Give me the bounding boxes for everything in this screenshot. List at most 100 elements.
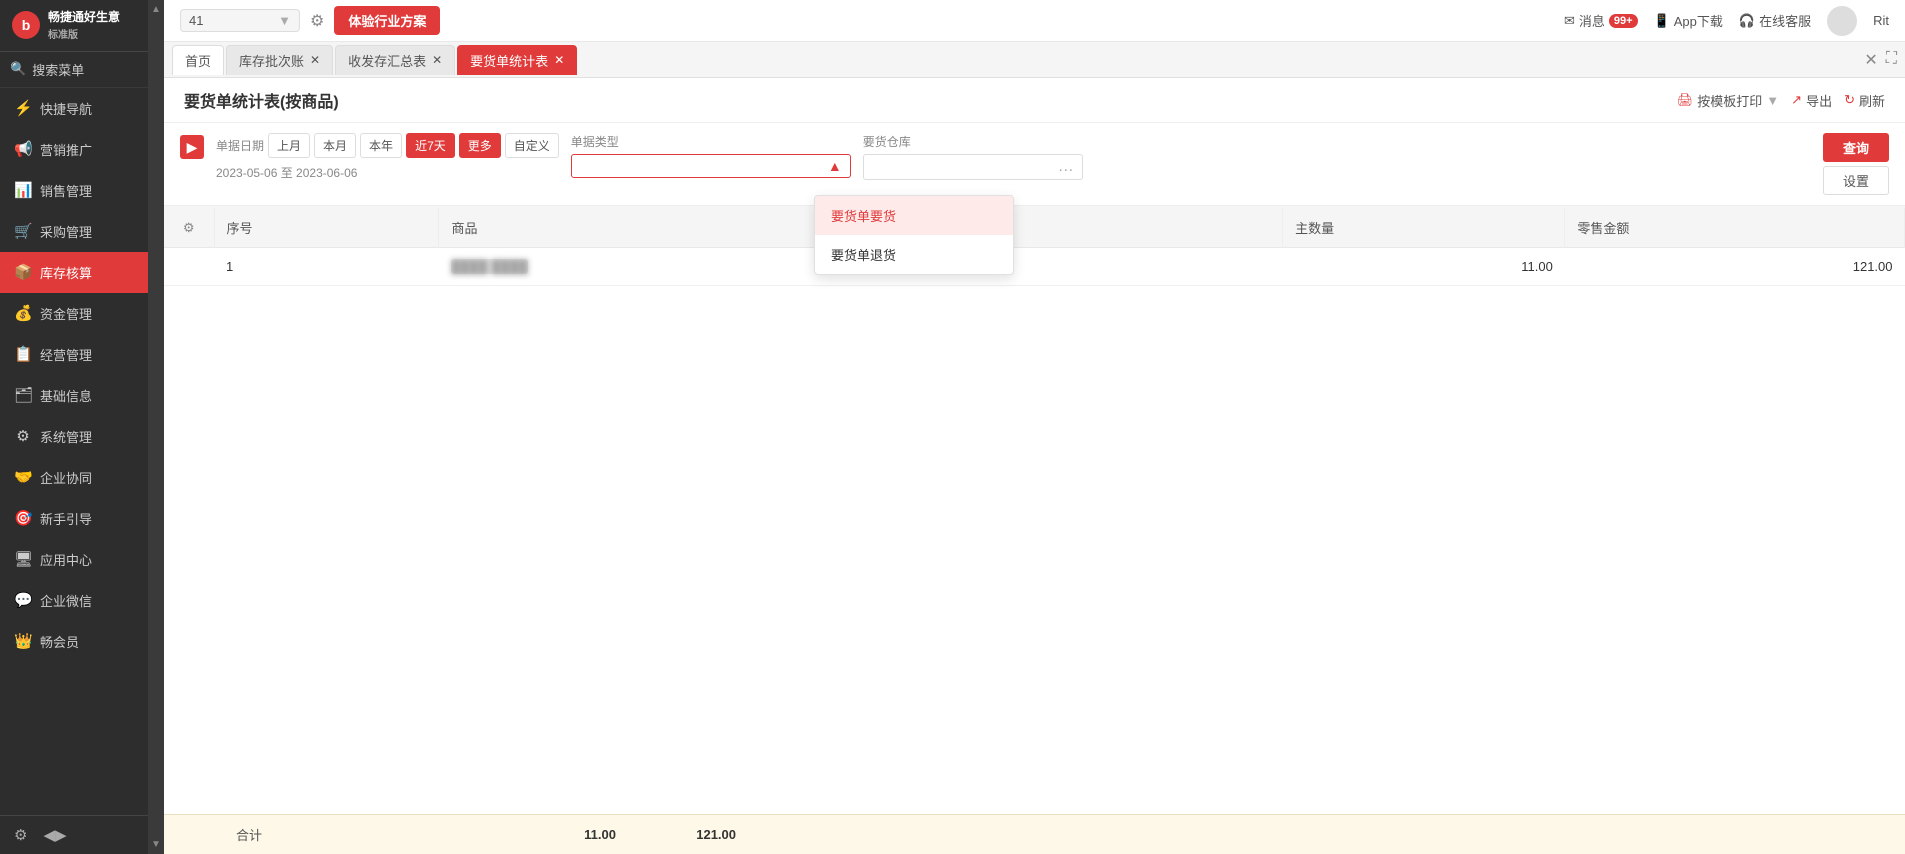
message-icon: ✉	[1564, 13, 1575, 29]
col-quantity: 主数量	[1283, 208, 1565, 248]
dropdown-item-label: 要货单要货	[831, 209, 896, 224]
refresh-btn[interactable]: ↻ 刷新	[1844, 91, 1885, 110]
app-logo: b 畅捷通好生意 标准版	[0, 0, 148, 52]
collapse-icon[interactable]: ◀▶	[43, 826, 66, 844]
sidebar-item-member[interactable]: 👑 畅会员	[0, 621, 148, 662]
refresh-label: 刷新	[1859, 91, 1885, 110]
filter-expand-btn[interactable]: ▶	[180, 135, 204, 159]
message-btn[interactable]: ✉ 消息 99+	[1564, 11, 1638, 30]
sidebar-item-guide[interactable]: 🎯 新手引导	[0, 498, 148, 539]
setup-btn[interactable]: 设置	[1823, 166, 1889, 195]
wechat-icon: 💬	[14, 591, 32, 609]
date-custom-btn[interactable]: 自定义	[505, 133, 559, 158]
date-range-display: 2023-05-06 至 2023-06-06	[216, 164, 559, 181]
sidebar-item-system[interactable]: ⚙ 系统管理	[0, 416, 148, 457]
sidebar-bottom: ⚙ ◀▶	[0, 815, 148, 854]
dropdown-item-label: 要货单退货	[831, 248, 896, 263]
close-icon[interactable]: ✕	[310, 53, 320, 67]
purchase-icon: 🛒	[14, 222, 32, 240]
sidebar-item-app-center[interactable]: 🖥 应用中心	[0, 539, 148, 580]
scroll-down-icon[interactable]: ▼	[151, 839, 161, 850]
table-row: 1 ████ ████ 块 11.00 121.00	[164, 248, 1905, 286]
sidebar-item-wechat[interactable]: 💬 企业微信	[0, 580, 148, 621]
sidebar-item-label: 资金管理	[40, 304, 92, 323]
search-menu[interactable]: 🔍 搜索菜单	[0, 52, 148, 88]
close-icon[interactable]: ✕	[554, 53, 564, 67]
date-recent-btn[interactable]: 近7天	[406, 133, 455, 158]
date-up-btn[interactable]: 上月	[268, 133, 310, 158]
sidebar-item-quick-nav[interactable]: ⚡ 快捷导航	[0, 88, 148, 129]
download-icon: 📱	[1654, 13, 1670, 29]
username-label: Rit	[1873, 13, 1889, 28]
tab-order-summary[interactable]: 要货单统计表 ✕	[457, 45, 577, 75]
warehouse-input[interactable]	[872, 160, 1058, 175]
service-icon: 🎧	[1739, 13, 1755, 29]
user-avatar[interactable]	[1827, 6, 1857, 36]
inventory-icon: 📦	[14, 263, 32, 281]
table-footer: 合计 11.00 121.00	[164, 814, 1905, 854]
content-area: 要货单统计表(按商品) 🖨 按模板打印 ▼ ↗ 导出 ↻ 刷新 ▶	[164, 78, 1905, 854]
sidebar-item-sales[interactable]: 📊 销售管理	[0, 170, 148, 211]
sidebar-item-purchase[interactable]: 🛒 采购管理	[0, 211, 148, 252]
export-btn[interactable]: ↗ 导出	[1791, 91, 1832, 110]
sidebar-item-label: 企业微信	[40, 591, 92, 610]
date-label: 单据日期	[216, 137, 264, 154]
top-bar-right: ✉ 消息 99+ 📱 App下载 🎧 在线客服 Rit	[1564, 6, 1889, 36]
close-icon[interactable]: ✕	[432, 53, 442, 67]
guide-icon: 🎯	[14, 509, 32, 527]
settings-icon[interactable]: ⚙	[14, 826, 27, 844]
print-btn[interactable]: 🖨 按模板打印 ▼	[1677, 91, 1779, 110]
logo-icon: b	[12, 11, 40, 39]
tab-home[interactable]: 首页	[172, 45, 224, 75]
page-title: 要货单统计表(按商品)	[184, 88, 339, 112]
tab-label: 要货单统计表	[470, 51, 548, 70]
app-title: 畅捷通好生意	[48, 10, 120, 26]
row-quantity: 11.00	[1283, 248, 1565, 286]
export-icon: ↗	[1791, 92, 1802, 108]
topbar-settings-icon[interactable]: ⚙	[310, 11, 324, 31]
sidebar-item-basic[interactable]: 🗂 基础信息	[0, 375, 148, 416]
chevron-up-icon[interactable]: ▲	[828, 158, 842, 174]
date-filter-group: 单据日期 上月 本月 本年 近7天 更多 自定义 2023-05-06 至 20…	[216, 133, 559, 181]
date-current-btn[interactable]: 本月	[314, 133, 356, 158]
sidebar-item-inventory[interactable]: 📦 库存核算	[0, 252, 148, 293]
message-label: 消息	[1579, 11, 1605, 30]
sidebar-item-marketing[interactable]: 📢 营销推广	[0, 129, 148, 170]
sidebar-item-enterprise[interactable]: 🤝 企业协同	[0, 457, 148, 498]
print-label: 按模板打印	[1697, 91, 1762, 110]
sidebar-item-label: 营销推广	[40, 140, 92, 159]
expand-window-icon[interactable]: ⛶	[1886, 50, 1897, 70]
more-options-icon[interactable]: …	[1058, 158, 1074, 176]
sidebar-item-label: 快捷导航	[40, 99, 92, 118]
tab-receive-summary[interactable]: 收发存汇总表 ✕	[335, 45, 455, 75]
tab-inventory-batch[interactable]: 库存批次账 ✕	[226, 45, 333, 75]
trial-button[interactable]: 体验行业方案	[334, 6, 440, 35]
sidebar-item-label: 企业协同	[40, 468, 92, 487]
date-year-btn[interactable]: 本年	[360, 133, 402, 158]
col-settings[interactable]: ⚙	[164, 208, 214, 248]
app-download-btn[interactable]: 📱 App下载	[1654, 11, 1723, 30]
system-icon: ⚙	[14, 427, 32, 445]
dropdown-item-order-return[interactable]: 要货单退货	[815, 235, 1013, 274]
quick-nav-icon: ⚡	[14, 99, 32, 117]
sidebar-nav: ⚡ 快捷导航 📢 营销推广 📊 销售管理 🛒 采购管理 📦 库存核算 💰 资金管…	[0, 88, 148, 815]
dropdown-item-order-goods[interactable]: 要货单要货	[815, 196, 1013, 235]
date-more-btn[interactable]: 更多	[459, 133, 501, 158]
sidebar-item-operation[interactable]: 📋 经营管理	[0, 334, 148, 375]
type-input[interactable]	[580, 159, 828, 174]
sidebar-item-finance[interactable]: 💰 资金管理	[0, 293, 148, 334]
query-btn[interactable]: 查询	[1823, 133, 1889, 162]
tab-label: 收发存汇总表	[348, 51, 426, 70]
close-window-icon[interactable]: ✕	[1864, 50, 1877, 70]
row-settings	[164, 248, 214, 286]
member-icon: 👑	[14, 632, 32, 650]
chevron-down-icon: ▼	[278, 13, 291, 28]
type-filter-group: 单据类型 ▲	[571, 133, 851, 178]
sidebar-item-label: 新手引导	[40, 509, 92, 528]
scroll-up-icon[interactable]: ▲	[151, 4, 161, 15]
online-service-btn[interactable]: 🎧 在线客服	[1739, 11, 1811, 30]
sidebar-scroll: ▲ ▼	[148, 0, 164, 854]
warehouse-label: 要货仓库	[863, 133, 1083, 150]
store-selector[interactable]: 41 ▼	[180, 9, 300, 32]
sidebar-item-label: 基础信息	[40, 386, 92, 405]
